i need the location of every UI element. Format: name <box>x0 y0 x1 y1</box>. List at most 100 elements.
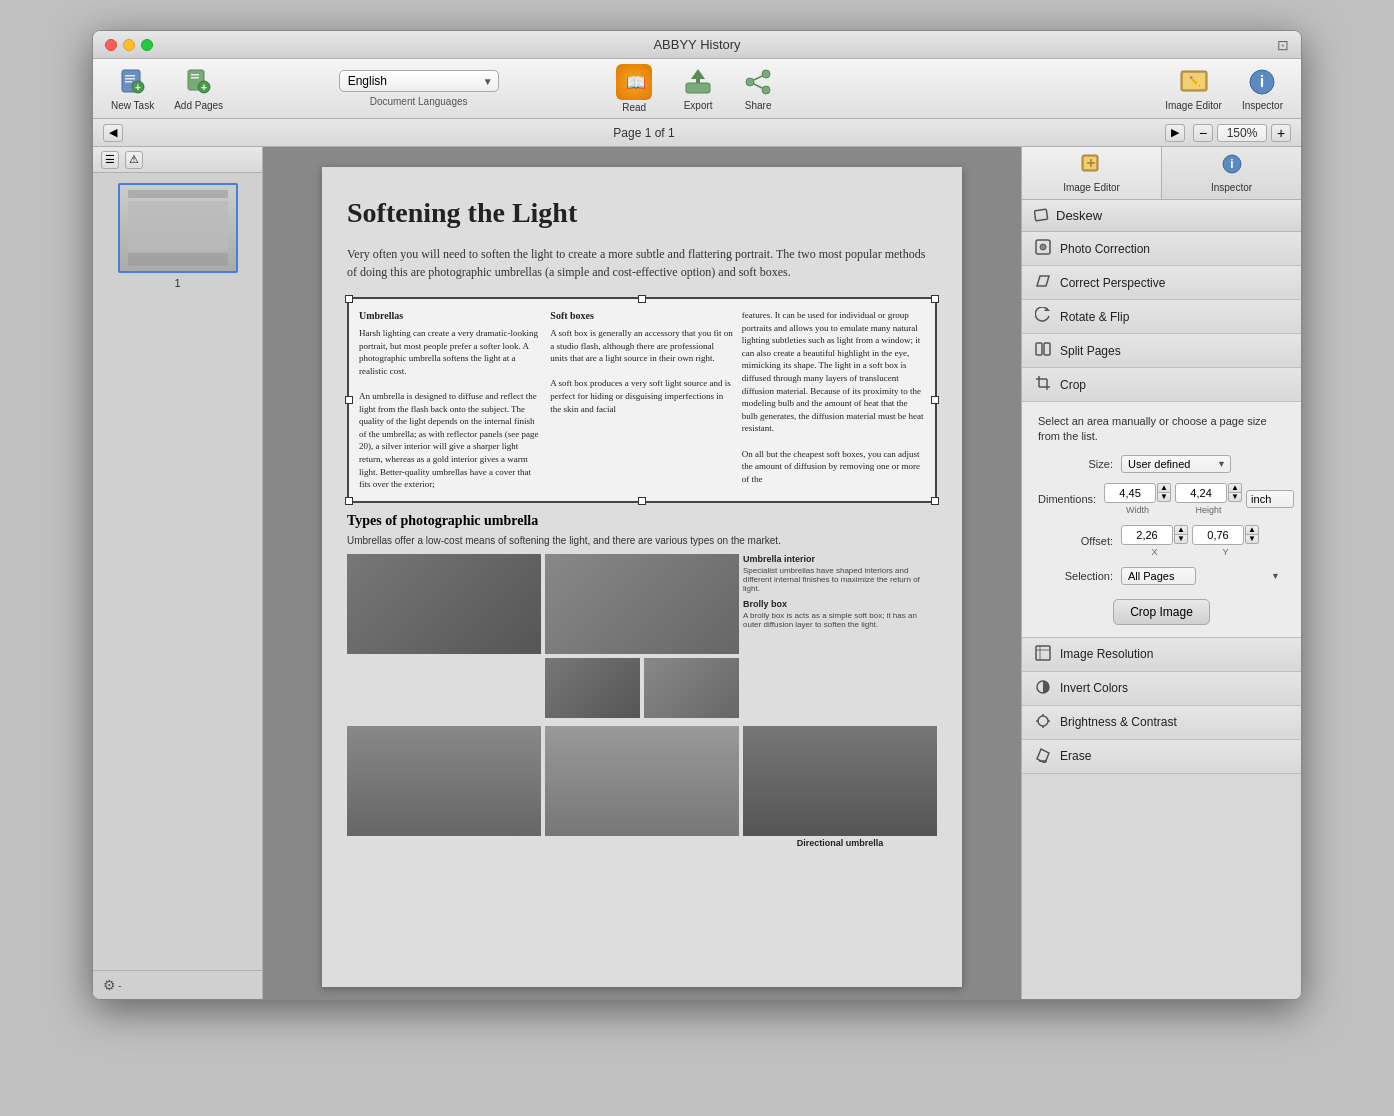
offset-y-stepper: ▲ ▼ <box>1245 525 1259 544</box>
offset-y-wrap: ▲ ▼ Y <box>1192 525 1259 557</box>
erase-item[interactable]: Erase <box>1022 740 1301 774</box>
types-section: Types of photographic umbrella Umbrellas… <box>347 513 937 848</box>
new-task-button[interactable]: + New Task <box>105 62 160 115</box>
resize-icon[interactable]: ⊡ <box>1275 37 1291 53</box>
image-resolution-item[interactable]: Image Resolution <box>1022 638 1301 672</box>
selection-handle-tm[interactable] <box>638 295 646 303</box>
rotate-flip-item[interactable]: Rotate & Flip <box>1022 300 1301 334</box>
close-button[interactable] <box>105 39 117 51</box>
invert-colors-item[interactable]: Invert Colors <box>1022 672 1301 706</box>
selection-handle-tr[interactable] <box>931 295 939 303</box>
offset-y-sublabel: Y <box>1222 547 1228 557</box>
secondary-toolbar: ◀ Page 1 of 1 ▶ − 150% + <box>93 119 1301 147</box>
selection-handle-lm[interactable] <box>345 396 353 404</box>
thumb-warning-btn[interactable]: ⚠ <box>125 151 143 169</box>
language-select[interactable]: English <box>339 70 499 92</box>
umbrella-interior-text: Specialist umbrellas have shaped interio… <box>743 566 937 593</box>
inspector-tab[interactable]: i Inspector <box>1162 147 1301 199</box>
add-pages-button[interactable]: + Add Pages <box>168 62 229 115</box>
types-heading: Types of photographic umbrella <box>347 513 937 529</box>
selection-handle-rm[interactable] <box>931 396 939 404</box>
svg-rect-1 <box>125 75 135 77</box>
inspector-button[interactable]: i Inspector <box>1236 62 1289 115</box>
photo-placeholder-2 <box>545 554 739 654</box>
export-label: Export <box>684 100 713 111</box>
photo-row2-3 <box>743 726 937 836</box>
export-button[interactable]: Export <box>676 62 720 115</box>
language-select-wrap: English ▼ <box>339 70 499 92</box>
photo-3: Umbrella interior Specialist umbrellas h… <box>743 554 937 718</box>
minimize-button[interactable] <box>123 39 135 51</box>
inspector-tab-icon: i <box>1221 153 1243 180</box>
size-label: Size: <box>1038 458 1113 470</box>
invert-colors-icon <box>1034 679 1052 698</box>
photo-2 <box>545 554 739 718</box>
image-resolution-label: Image Resolution <box>1060 647 1153 661</box>
thumb-item-1[interactable]: 1 <box>118 183 238 289</box>
height-stepper-down[interactable]: ▼ <box>1228 492 1242 502</box>
correct-perspective-label: Correct Perspective <box>1060 276 1165 290</box>
crop-image-button[interactable]: Crop Image <box>1113 599 1210 625</box>
correct-perspective-item[interactable]: Correct Perspective <box>1022 266 1301 300</box>
next-page-button[interactable]: ▶ <box>1165 124 1185 142</box>
svg-point-33 <box>1040 244 1046 250</box>
share-button[interactable]: Share <box>736 62 780 115</box>
article-col-1: Umbrellas Harsh lighting can create a ve… <box>359 309 542 491</box>
split-pages-item[interactable]: Split Pages <box>1022 334 1301 368</box>
right-toolbar-group: ✏️ Image Editor i Inspector <box>1159 62 1289 115</box>
width-sublabel: Width <box>1126 505 1149 515</box>
size-select[interactable]: User defined <box>1121 455 1231 473</box>
image-editor-icon: ✏️ <box>1178 66 1210 98</box>
height-input[interactable] <box>1175 483 1227 503</box>
svg-text:+: + <box>135 82 141 93</box>
svg-text:📖: 📖 <box>626 73 646 92</box>
image-editor-button[interactable]: ✏️ Image Editor <box>1159 62 1228 115</box>
rotate-icon <box>1034 307 1052 326</box>
prev-page-button[interactable]: ◀ <box>103 124 123 142</box>
photo-sub-1 <box>545 658 640 718</box>
width-stepper-down[interactable]: ▼ <box>1157 492 1171 502</box>
zoom-out-button[interactable]: − <box>1193 124 1213 142</box>
height-stepper: ▲ ▼ <box>1228 483 1242 502</box>
selection-handle-bl[interactable] <box>345 497 353 505</box>
photo-correction-label: Photo Correction <box>1060 242 1150 256</box>
svg-marker-35 <box>1044 308 1050 311</box>
thumb-number-1: 1 <box>174 277 180 289</box>
export-icon <box>682 66 714 98</box>
selection-select[interactable]: All Pages <box>1121 567 1196 585</box>
width-input[interactable] <box>1104 483 1156 503</box>
selection-handle-br[interactable] <box>931 497 939 505</box>
svg-rect-3 <box>125 81 132 83</box>
thumb-list: 1 <box>93 173 262 970</box>
svg-rect-14 <box>696 75 700 83</box>
crop-header[interactable]: Crop <box>1022 368 1301 402</box>
svg-rect-36 <box>1036 343 1042 355</box>
unit-select[interactable]: inch <box>1246 490 1294 508</box>
selection-select-wrap: All Pages ▼ <box>1121 567 1285 585</box>
image-editor-tab[interactable]: Image Editor <box>1022 147 1162 199</box>
deskew-section-header[interactable]: Deskew <box>1022 200 1301 232</box>
svg-rect-7 <box>191 74 199 76</box>
read-icon: 📖 <box>616 64 652 100</box>
brolly-box-title: Brolly box <box>743 599 937 609</box>
crop-panel: Crop Select an area manually or choose a… <box>1022 368 1301 638</box>
zoom-in-button[interactable]: + <box>1271 124 1291 142</box>
read-button[interactable]: 📖 Read <box>608 60 660 117</box>
doc-canvas[interactable]: Softening the Light Very often you will … <box>263 147 1021 999</box>
offset-x-input[interactable] <box>1121 525 1173 545</box>
photo-grid: Umbrella interior Specialist umbrellas h… <box>347 554 937 718</box>
brightness-contrast-item[interactable]: Brightness & Contrast <box>1022 706 1301 740</box>
svg-rect-31 <box>1034 209 1047 221</box>
inspector-label: Inspector <box>1242 100 1283 111</box>
offset-x-stepper-down[interactable]: ▼ <box>1174 534 1188 544</box>
settings-gear-icon[interactable]: ⚙ <box>103 977 116 993</box>
selection-handle-bm[interactable] <box>638 497 646 505</box>
offset-row: Offset: ▲ ▼ X <box>1038 525 1285 557</box>
selection-handle-tl[interactable] <box>345 295 353 303</box>
zoom-button[interactable] <box>141 39 153 51</box>
umbrella-interior-title: Umbrella interior <box>743 554 937 564</box>
photo-correction-item[interactable]: Photo Correction <box>1022 232 1301 266</box>
offset-y-stepper-down[interactable]: ▼ <box>1245 534 1259 544</box>
offset-y-input[interactable] <box>1192 525 1244 545</box>
thumb-view-btn[interactable]: ☰ <box>101 151 119 169</box>
